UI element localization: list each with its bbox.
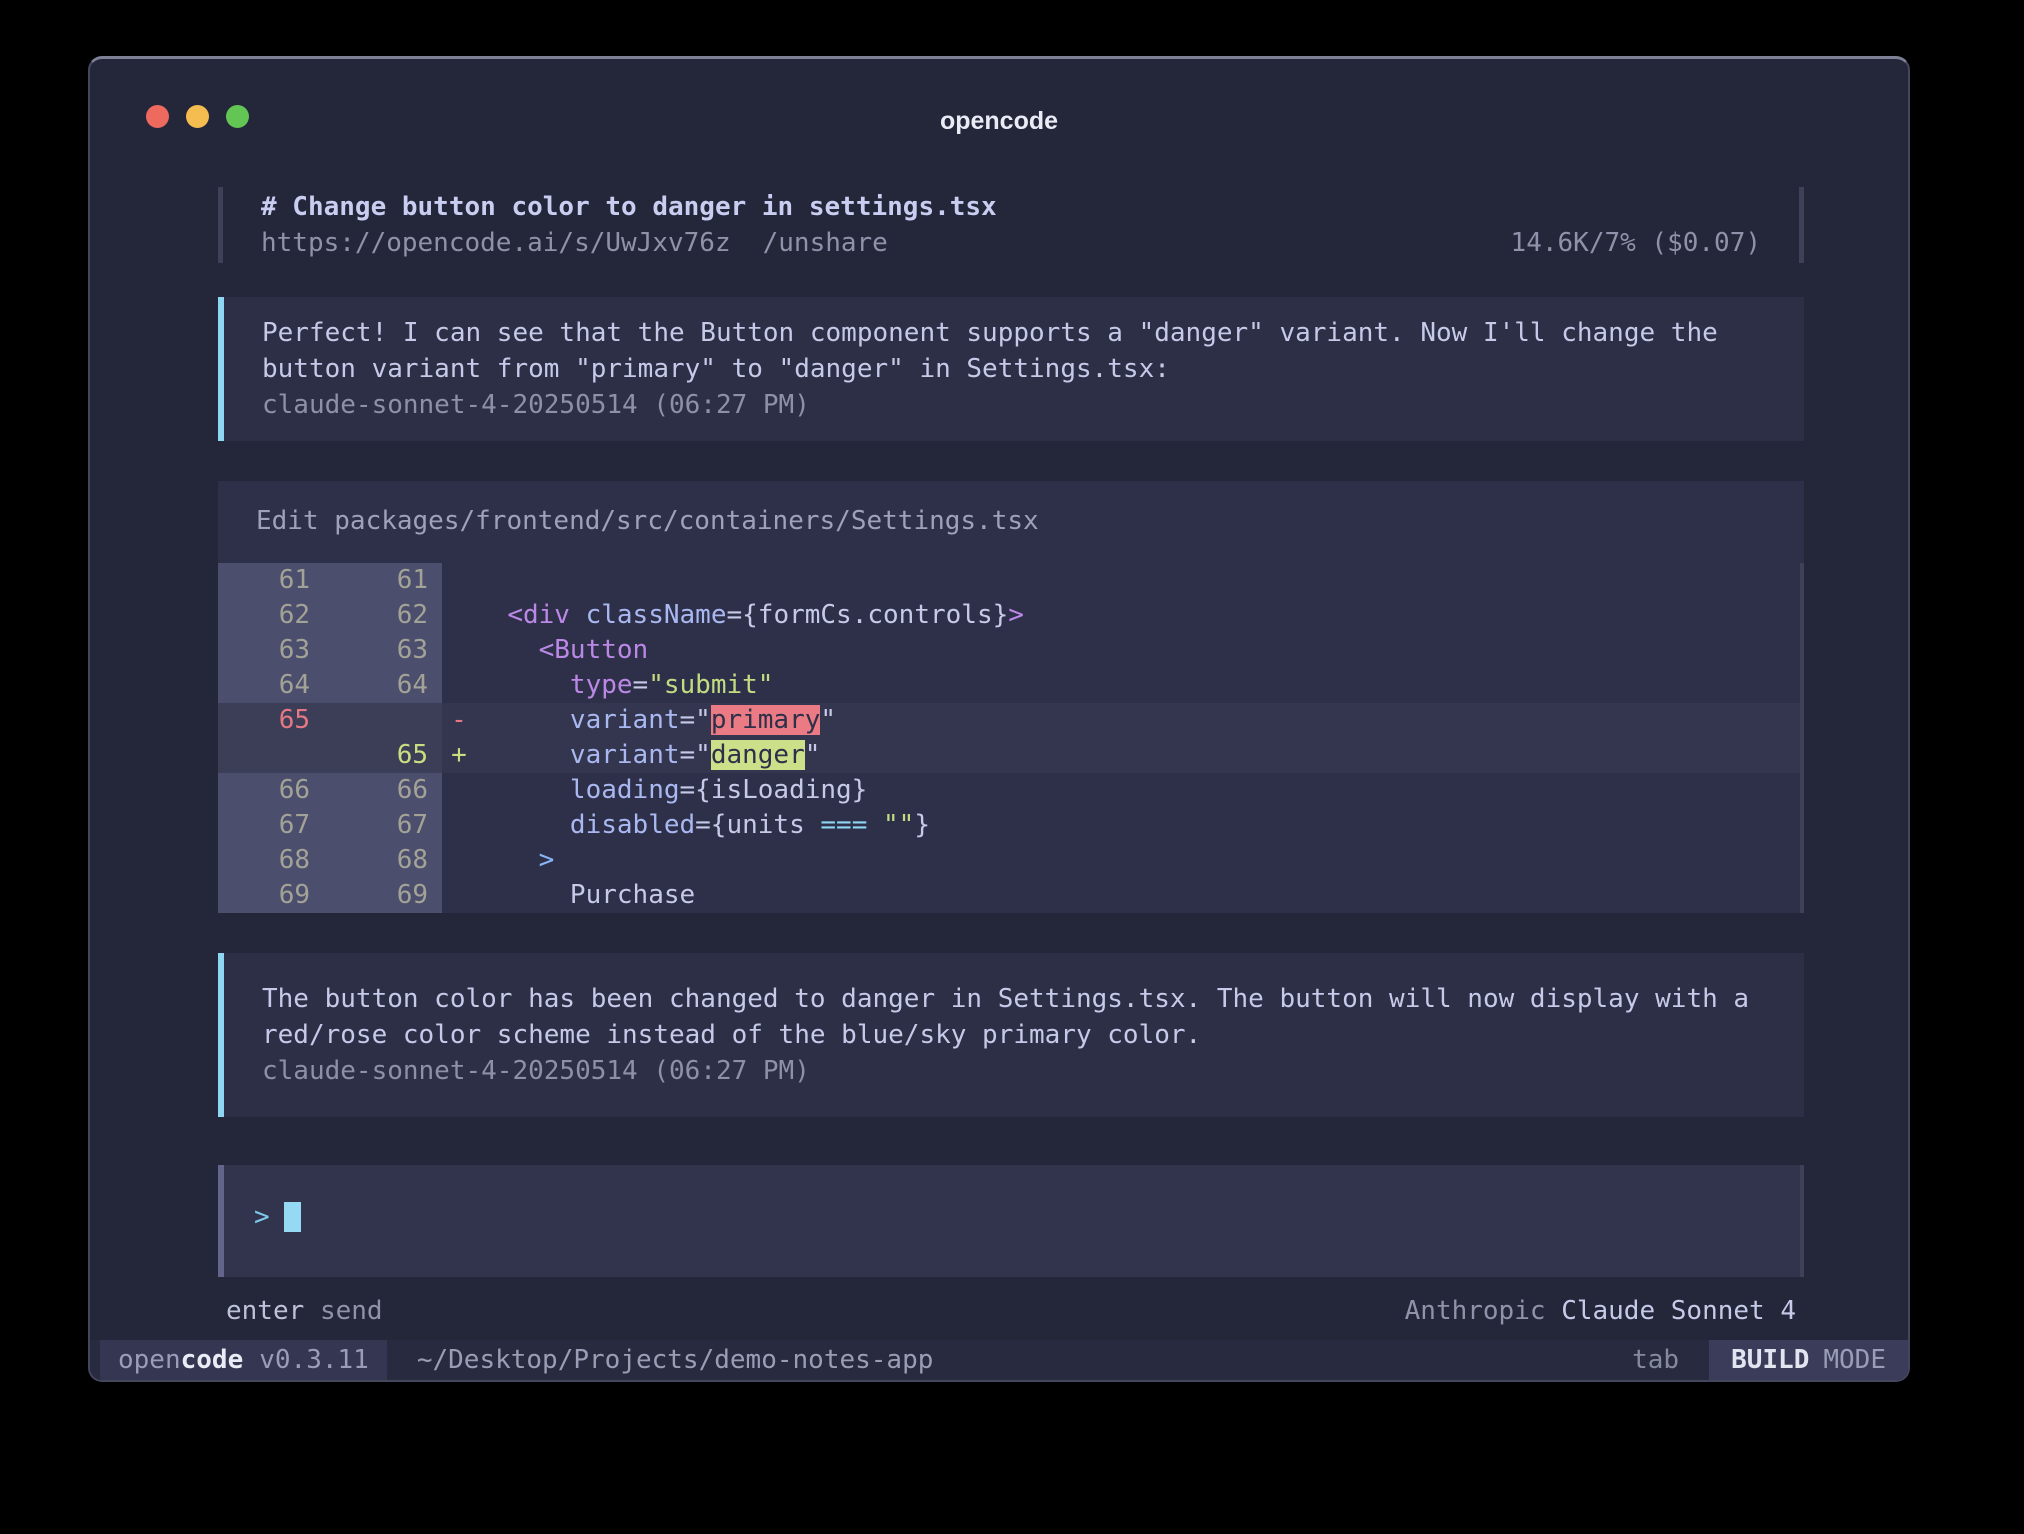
session-content: # Change button color to danger in setti… [90,147,1908,1340]
new-line-number: 68 [330,843,442,878]
diff-marker [442,563,476,598]
session-meta-row: https://opencode.ai/s/UwJxv76z /unshare … [261,225,1761,261]
diff-marker [442,668,476,703]
tab-hint[interactable]: tab [1632,1340,1679,1380]
mode-name-bold: BUILD [1731,1345,1809,1375]
opencode-window: opencode # Change button color to danger… [88,56,1910,1382]
model-indicator: Anthropic Claude Sonnet 4 [1405,1293,1796,1329]
diff-view: 61616262 <div className={formCs.controls… [218,563,1804,913]
enter-action-label: send [320,1296,383,1326]
app-name-bold: code [181,1345,244,1375]
old-line-number: 61 [218,563,330,598]
old-line-number: 62 [218,598,330,633]
assistant-message-meta: claude-sonnet-4-20250514 (06:27 PM) [262,387,1766,423]
assistant-message-text: The button color has been changed to dan… [262,981,1766,1053]
window-titlebar: opencode [90,59,1908,147]
code-line: > [476,843,1800,878]
new-line-number: 64 [330,668,442,703]
code-line: variant="primary" [476,703,1800,738]
screen: opencode # Change button color to danger… [0,0,2024,1534]
edit-tool-block: Edit packages/frontend/src/containers/Se… [218,481,1804,913]
diff-row: 65 - variant="primary" [218,703,1800,738]
text-cursor [284,1202,301,1232]
diff-row: 6161 [218,563,1800,598]
old-line-number [218,738,330,773]
new-line-number: 66 [330,773,442,808]
share-url[interactable]: https://opencode.ai/s/UwJxv76z [261,225,731,261]
code-line: <div className={formCs.controls}> [476,598,1800,633]
code-line: variant="danger" [476,738,1800,773]
diff-row: 6666 loading={isLoading} [218,773,1800,808]
code-line [476,563,1800,598]
status-bar: opencode v0.3.11 ~/Desktop/Projects/demo-… [90,1340,1908,1380]
window-title: opencode [90,103,1908,139]
code-line: disabled={units === ""} [476,808,1800,843]
provider-label: Anthropic [1405,1296,1546,1326]
session-header: # Change button color to danger in setti… [218,187,1804,263]
old-line-number: 69 [218,878,330,913]
status-bar-right: tab BUILD MODE [1632,1340,1908,1380]
diff-marker: + [442,738,476,773]
diff-marker [442,878,476,913]
new-line-number: 67 [330,808,442,843]
diff-marker: - [442,703,476,738]
diff-marker [442,843,476,878]
enter-hint: enter send [226,1293,383,1329]
app-version-chip: opencode v0.3.11 [100,1340,387,1380]
old-line-number: 63 [218,633,330,668]
diff-row: 6262 <div className={formCs.controls}> [218,598,1800,633]
assistant-message: The button color has been changed to dan… [218,953,1804,1117]
diff-marker [442,808,476,843]
new-line-number: 69 [330,878,442,913]
diff-row: 6767 disabled={units === ""} [218,808,1800,843]
diff-row: 6969 Purchase [218,878,1800,913]
new-line-number: 63 [330,633,442,668]
session-title: # Change button color to danger in setti… [261,189,1761,225]
code-line: type="submit" [476,668,1800,703]
unshare-command[interactable]: /unshare [763,225,888,261]
mode-name-rest: MODE [1823,1345,1886,1375]
prompt-symbol: > [254,1202,270,1232]
assistant-message-meta: claude-sonnet-4-20250514 (06:27 PM) [262,1053,1766,1089]
code-line: Purchase [476,878,1800,913]
mode-chip[interactable]: BUILD MODE [1709,1340,1908,1380]
code-line: loading={isLoading} [476,773,1800,808]
new-line-number [330,703,442,738]
app-version: v0.3.11 [259,1345,369,1375]
assistant-message: Perfect! I can see that the Button compo… [218,297,1804,441]
diff-row: 6868 > [218,843,1800,878]
diff-row: 65+ variant="danger" [218,738,1800,773]
diff-row: 6363 <Button [218,633,1800,668]
old-line-number: 66 [218,773,330,808]
old-line-number: 68 [218,843,330,878]
prompt-input[interactable]: > [218,1165,1804,1277]
new-line-number: 62 [330,598,442,633]
diff-marker [442,773,476,808]
new-line-number: 61 [330,563,442,598]
new-line-number: 65 [330,738,442,773]
enter-key-label: enter [226,1296,304,1326]
diff-marker [442,598,476,633]
diff-marker [442,633,476,668]
working-directory: ~/Desktop/Projects/demo-notes-app [417,1340,934,1380]
old-line-number: 65 [218,703,330,738]
old-line-number: 64 [218,668,330,703]
code-line: <Button [476,633,1800,668]
token-usage-stats: 14.6K/7% ($0.07) [1511,225,1761,261]
old-line-number: 67 [218,808,330,843]
assistant-message-text: Perfect! I can see that the Button compo… [262,315,1766,387]
app-name-regular: open [118,1345,181,1375]
hint-row: enter send Anthropic Claude Sonnet 4 [218,1293,1804,1329]
model-name-label: Claude Sonnet 4 [1561,1296,1796,1326]
edit-tool-title: Edit packages/frontend/src/containers/Se… [218,503,1804,539]
diff-row: 6464 type="submit" [218,668,1800,703]
